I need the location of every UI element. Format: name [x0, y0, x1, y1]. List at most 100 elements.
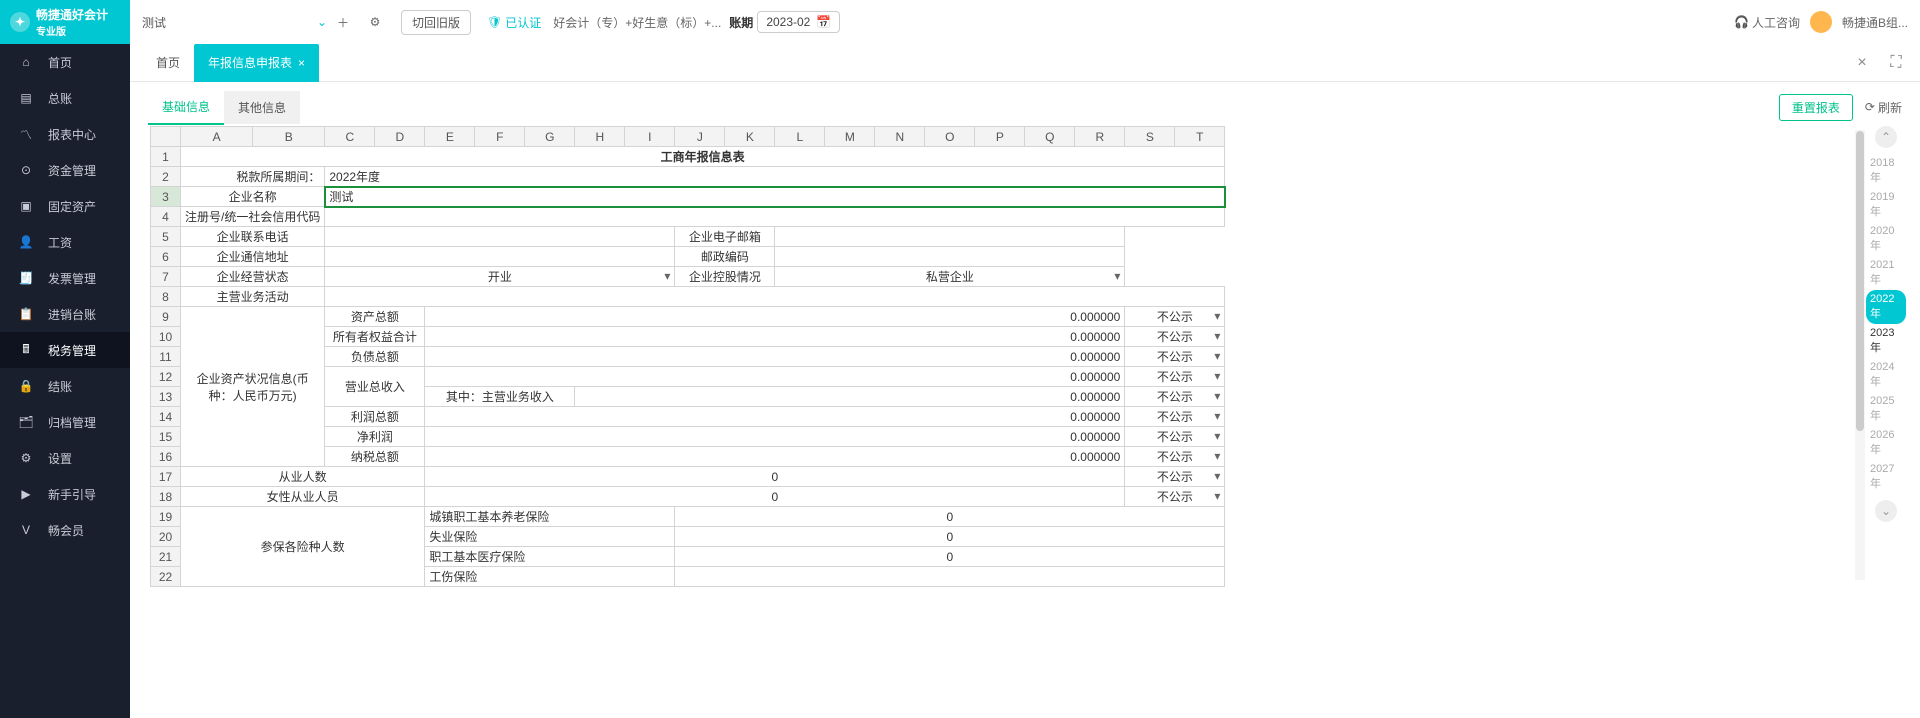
subtab-other[interactable]: 其他信息: [224, 91, 300, 124]
col-header[interactable]: T: [1175, 127, 1225, 147]
year-item[interactable]: 2025年: [1866, 392, 1906, 426]
pub-select[interactable]: 不公示▾: [1125, 327, 1225, 347]
status-select[interactable]: 开业▾: [325, 267, 675, 287]
row-header[interactable]: 22: [151, 567, 181, 587]
col-header[interactable]: S: [1125, 127, 1175, 147]
row-header[interactable]: 19: [151, 507, 181, 527]
support-link[interactable]: 🎧 人工咨询: [1734, 14, 1800, 31]
fin-value[interactable]: 0.000000: [425, 367, 1125, 387]
settings-icon[interactable]: ⚙: [361, 8, 389, 36]
nav-assets[interactable]: ▣固定资产: [0, 188, 130, 224]
col-header[interactable]: P: [975, 127, 1025, 147]
row-header[interactable]: 16: [151, 447, 181, 467]
nav-guide[interactable]: ▶新手引导: [0, 476, 130, 512]
row-header[interactable]: 10: [151, 327, 181, 347]
zip-cell[interactable]: [775, 247, 1125, 267]
company-name-cell[interactable]: 测试: [325, 187, 1225, 207]
col-header[interactable]: D: [375, 127, 425, 147]
switch-old-button[interactable]: 切回旧版: [401, 10, 471, 35]
pub-select[interactable]: 不公示▾: [1125, 427, 1225, 447]
female-value[interactable]: 0: [425, 487, 1125, 507]
col-header[interactable]: F: [475, 127, 525, 147]
add-company-button[interactable]: ＋: [329, 8, 357, 36]
row-header[interactable]: 1: [151, 147, 181, 167]
avatar[interactable]: [1810, 11, 1832, 33]
col-header[interactable]: I: [625, 127, 675, 147]
holding-select[interactable]: 私营企业▾: [775, 267, 1125, 287]
row-header[interactable]: 15: [151, 427, 181, 447]
fullscreen-button[interactable]: ⛶: [1884, 51, 1908, 75]
pub-select[interactable]: 不公示▾: [1125, 407, 1225, 427]
pub-select[interactable]: 不公示▾: [1125, 487, 1225, 507]
reset-report-button[interactable]: 重置报表: [1779, 94, 1853, 121]
year-item[interactable]: 2018年: [1866, 154, 1906, 188]
nav-close[interactable]: 🔒结账: [0, 368, 130, 404]
close-icon[interactable]: ×: [298, 56, 305, 70]
main-biz-cell[interactable]: [325, 287, 1225, 307]
row-header[interactable]: 3: [151, 187, 181, 207]
nav-vip[interactable]: V畅会员: [0, 512, 130, 548]
nav-tax[interactable]: 🖩税务管理: [0, 332, 130, 368]
nav-funds[interactable]: ⊙资金管理: [0, 152, 130, 188]
nav-ledger[interactable]: ▤总账: [0, 80, 130, 116]
year-item[interactable]: 2026年: [1866, 426, 1906, 460]
nav-salary[interactable]: 👤工资: [0, 224, 130, 260]
sub-income-value[interactable]: 0.000000: [575, 387, 1125, 407]
col-header[interactable]: A: [181, 127, 253, 147]
pub-select[interactable]: 不公示▾: [1125, 307, 1225, 327]
vertical-scrollbar[interactable]: [1855, 130, 1865, 580]
year-down-button[interactable]: ⌄: [1875, 500, 1897, 522]
insurance-value[interactable]: 0: [675, 527, 1225, 547]
row-header[interactable]: 4: [151, 207, 181, 227]
row-header[interactable]: 2: [151, 167, 181, 187]
col-header[interactable]: H: [575, 127, 625, 147]
row-header[interactable]: 5: [151, 227, 181, 247]
fin-value[interactable]: 0.000000: [425, 407, 1125, 427]
row-header[interactable]: 7: [151, 267, 181, 287]
pub-select[interactable]: 不公示▾: [1125, 387, 1225, 407]
nav-archive[interactable]: 🗂归档管理: [0, 404, 130, 440]
col-header[interactable]: B: [253, 127, 325, 147]
year-item[interactable]: 2020年: [1866, 222, 1906, 256]
phone-cell[interactable]: [325, 227, 675, 247]
fin-value[interactable]: 0.000000: [425, 327, 1125, 347]
pub-select[interactable]: 不公示▾: [1125, 347, 1225, 367]
year-item[interactable]: 2023年: [1866, 324, 1906, 358]
col-header[interactable]: L: [775, 127, 825, 147]
pub-select[interactable]: 不公示▾: [1125, 367, 1225, 387]
close-all-button[interactable]: ×: [1850, 51, 1874, 75]
col-header[interactable]: K: [725, 127, 775, 147]
nav-home[interactable]: ⌂首页: [0, 44, 130, 80]
insurance-value[interactable]: 0: [675, 547, 1225, 567]
fin-value[interactable]: 0.000000: [425, 427, 1125, 447]
nav-stock[interactable]: 📋进销台账: [0, 296, 130, 332]
col-header[interactable]: Q: [1025, 127, 1075, 147]
year-item[interactable]: 2027年: [1866, 460, 1906, 494]
nav-settings[interactable]: ⚙设置: [0, 440, 130, 476]
refresh-button[interactable]: ⟳ 刷新: [1865, 99, 1902, 116]
col-header[interactable]: G: [525, 127, 575, 147]
year-item[interactable]: 2024年: [1866, 358, 1906, 392]
year-item[interactable]: 2022年: [1866, 290, 1906, 324]
col-header[interactable]: C: [325, 127, 375, 147]
employees-value[interactable]: 0: [425, 467, 1125, 487]
fin-value[interactable]: 0.000000: [425, 307, 1125, 327]
col-header[interactable]: O: [925, 127, 975, 147]
row-header[interactable]: 18: [151, 487, 181, 507]
row-header[interactable]: 8: [151, 287, 181, 307]
col-header[interactable]: E: [425, 127, 475, 147]
nav-reports[interactable]: 〽报表中心: [0, 116, 130, 152]
fin-value[interactable]: 0.000000: [425, 347, 1125, 367]
tab-annual-report[interactable]: 年报信息申报表 ×: [194, 44, 319, 82]
row-header[interactable]: 21: [151, 547, 181, 567]
fin-value[interactable]: 0.000000: [425, 447, 1125, 467]
addr-cell[interactable]: [325, 247, 675, 267]
nav-invoice[interactable]: 🧾发票管理: [0, 260, 130, 296]
row-header[interactable]: 20: [151, 527, 181, 547]
company-selector[interactable]: 测试 ⌄: [142, 8, 327, 36]
pub-select[interactable]: 不公示▾: [1125, 467, 1225, 487]
row-header[interactable]: 6: [151, 247, 181, 267]
row-header[interactable]: 12: [151, 367, 181, 387]
period-picker[interactable]: 2023-02 📅: [757, 11, 840, 33]
col-header[interactable]: R: [1075, 127, 1125, 147]
